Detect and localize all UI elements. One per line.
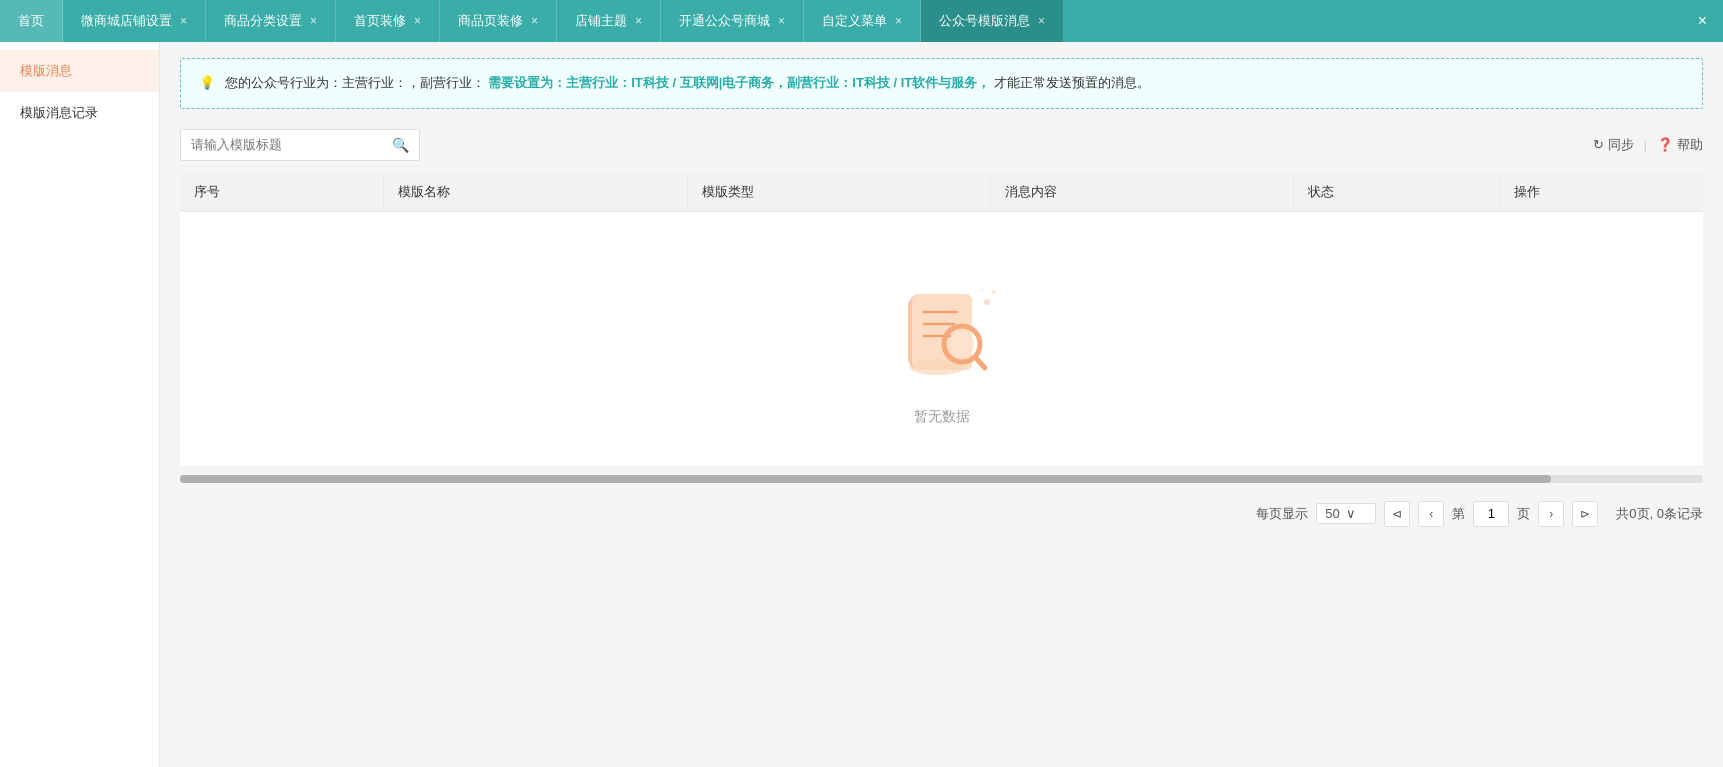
svg-point-9 — [980, 288, 983, 291]
notice-highlight: 需要设置为：主营行业：IT科技 / 互联网|电子商务，副营行业：IT科技 / I… — [488, 75, 990, 90]
tab-home-decor[interactable]: 首页装修 × — [336, 0, 440, 42]
notice-text-prefix: 您的公众号行业为：主营行业：，副营行业： — [225, 75, 485, 90]
svg-point-7 — [984, 299, 990, 305]
tab-open-mall[interactable]: 开通公众号商城 × — [661, 0, 804, 42]
sidebar: 模版消息 模版消息记录 — [0, 42, 160, 767]
toolbar-divider: | — [1644, 137, 1647, 152]
tab-home-decor-label: 首页装修 — [354, 12, 406, 30]
tab-product-category-close[interactable]: × — [310, 14, 317, 28]
col-header-action: 操作 — [1499, 173, 1703, 212]
page-first-button[interactable]: ⊲ — [1384, 501, 1410, 527]
notice-text-suffix: 才能正常发送预置的消息。 — [994, 75, 1150, 90]
sidebar-item-template-msg-record[interactable]: 模版消息记录 — [0, 92, 159, 134]
tab-product-category-label: 商品分类设置 — [224, 12, 302, 30]
col-header-name: 模版名称 — [384, 173, 687, 212]
col-header-index: 序号 — [180, 173, 384, 212]
per-page-select[interactable]: 50 ∨ — [1316, 503, 1376, 524]
tab-shop-theme-label: 店铺主题 — [575, 12, 627, 30]
per-page-chevron-icon: ∨ — [1346, 506, 1356, 521]
page-last-button[interactable]: ⊳ — [1572, 501, 1598, 527]
main-layout: 模版消息 模版消息记录 💡 您的公众号行业为：主营行业：，副营行业： 需要设置为… — [0, 42, 1723, 767]
svg-point-5 — [949, 331, 975, 357]
total-info: 共0页, 0条记录 — [1616, 505, 1703, 523]
tab-template-message[interactable]: 公众号模版消息 × — [921, 0, 1064, 42]
tab-home-decor-close[interactable]: × — [414, 14, 421, 28]
tab-open-mall-label: 开通公众号商城 — [679, 12, 770, 30]
page-label-post: 页 — [1517, 505, 1530, 523]
col-header-type: 模版类型 — [687, 173, 990, 212]
tab-custom-menu[interactable]: 自定义菜单 × — [804, 0, 921, 42]
tab-shop-settings[interactable]: 微商城店铺设置 × — [63, 0, 206, 42]
sidebar-item-template-msg[interactable]: 模版消息 — [0, 50, 159, 92]
sidebar-item-template-msg-label: 模版消息 — [20, 63, 72, 78]
help-icon: ❓ — [1657, 137, 1673, 152]
horizontal-scrollbar[interactable] — [180, 475, 1703, 483]
col-header-status: 状态 — [1293, 173, 1499, 212]
sync-label: 同步 — [1608, 136, 1634, 154]
empty-state: 暂无数据 — [180, 212, 1703, 466]
scroll-thumb[interactable] — [180, 475, 1551, 483]
tab-open-mall-close[interactable]: × — [778, 14, 785, 28]
svg-point-8 — [992, 290, 996, 294]
tab-shop-settings-close[interactable]: × — [180, 14, 187, 28]
page-next-icon: › — [1549, 507, 1553, 521]
tab-bar: 首页 微商城店铺设置 × 商品分类设置 × 首页装修 × 商品页装修 × 店铺主… — [0, 0, 1723, 42]
tab-product-decor[interactable]: 商品页装修 × — [440, 0, 557, 42]
per-page-value: 50 — [1325, 506, 1339, 521]
table-header-row: 序号 模版名称 模版类型 消息内容 状态 操作 — [180, 173, 1703, 212]
tab-home-label: 首页 — [18, 12, 44, 30]
page-prev-button[interactable]: ‹ — [1418, 501, 1444, 527]
data-table: 序号 模版名称 模版类型 消息内容 状态 操作 — [180, 173, 1703, 467]
page-prev-icon: ‹ — [1429, 507, 1433, 521]
sidebar-item-template-msg-record-label: 模版消息记录 — [20, 105, 98, 120]
sync-button[interactable]: ↻ 同步 — [1593, 136, 1634, 154]
tab-template-message-label: 公众号模版消息 — [939, 12, 1030, 30]
per-page-label: 每页显示 — [1256, 505, 1308, 523]
tab-custom-menu-label: 自定义菜单 — [822, 12, 887, 30]
close-all-icon: × — [1698, 12, 1707, 29]
close-all-button[interactable]: × — [1682, 12, 1723, 30]
empty-text: 暂无数据 — [914, 408, 970, 426]
toolbar-right: ↻ 同步 | ❓ 帮助 — [1593, 136, 1703, 154]
search-input[interactable] — [191, 137, 392, 152]
notice-icon: 💡 — [199, 75, 215, 90]
pagination: 每页显示 50 ∨ ⊲ ‹ 第 1 页 › ⊳ 共0页, 0条记录 — [180, 491, 1703, 531]
page-next-button[interactable]: › — [1538, 501, 1564, 527]
page-first-icon: ⊲ — [1392, 507, 1402, 521]
svg-line-6 — [975, 357, 985, 368]
search-bar: 🔍 ↻ 同步 | ❓ 帮助 — [180, 129, 1703, 161]
sync-icon: ↻ — [1593, 137, 1604, 152]
help-button[interactable]: ❓ 帮助 — [1657, 136, 1703, 154]
tab-product-decor-close[interactable]: × — [531, 14, 538, 28]
tab-product-category[interactable]: 商品分类设置 × — [206, 0, 336, 42]
tab-shop-settings-label: 微商城店铺设置 — [81, 12, 172, 30]
tab-product-decor-label: 商品页装修 — [458, 12, 523, 30]
empty-illustration — [882, 272, 1002, 392]
tab-custom-menu-close[interactable]: × — [895, 14, 902, 28]
table-empty-row: 暂无数据 — [180, 211, 1703, 466]
page-last-icon: ⊳ — [1580, 507, 1590, 521]
tab-shop-theme[interactable]: 店铺主题 × — [557, 0, 661, 42]
search-input-wrapper[interactable]: 🔍 — [180, 129, 420, 161]
tab-template-message-close[interactable]: × — [1038, 14, 1045, 28]
tab-home[interactable]: 首页 — [0, 0, 63, 42]
search-icon[interactable]: 🔍 — [392, 137, 409, 153]
col-header-content: 消息内容 — [990, 173, 1293, 212]
help-label: 帮助 — [1677, 136, 1703, 154]
content-area: 💡 您的公众号行业为：主营行业：，副营行业： 需要设置为：主营行业：IT科技 /… — [160, 42, 1723, 767]
tab-shop-theme-close[interactable]: × — [635, 14, 642, 28]
page-label-pre: 第 — [1452, 505, 1465, 523]
page-number-input[interactable]: 1 — [1473, 501, 1509, 527]
notice-box: 💡 您的公众号行业为：主营行业：，副营行业： 需要设置为：主营行业：IT科技 /… — [180, 58, 1703, 109]
